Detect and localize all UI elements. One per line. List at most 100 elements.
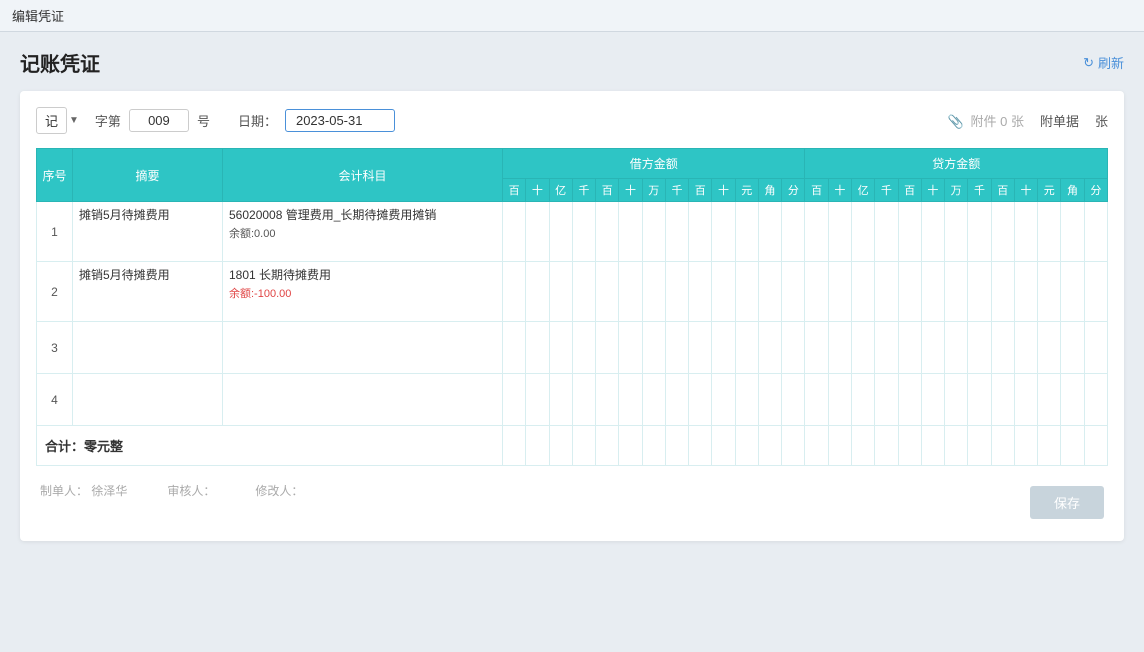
credit-amount-cell[interactable] bbox=[898, 322, 921, 374]
credit-amount-cell[interactable] bbox=[1038, 202, 1061, 262]
debit-amount-cell[interactable] bbox=[689, 374, 712, 426]
fudanju-button[interactable]: 附单据 bbox=[1040, 111, 1079, 130]
debit-amount-cell[interactable] bbox=[619, 202, 642, 262]
debit-amount-cell[interactable] bbox=[526, 262, 549, 322]
credit-amount-cell[interactable] bbox=[968, 262, 991, 322]
credit-amount-cell[interactable] bbox=[1061, 322, 1084, 374]
credit-amount-cell[interactable] bbox=[1084, 374, 1107, 426]
debit-amount-cell[interactable] bbox=[735, 322, 758, 374]
debit-amount-cell[interactable] bbox=[596, 202, 619, 262]
credit-amount-cell[interactable] bbox=[851, 322, 874, 374]
credit-amount-cell[interactable] bbox=[851, 202, 874, 262]
credit-amount-cell[interactable] bbox=[805, 374, 828, 426]
credit-amount-cell[interactable] bbox=[1014, 262, 1037, 322]
credit-amount-cell[interactable] bbox=[1038, 262, 1061, 322]
account-cell[interactable] bbox=[223, 374, 503, 426]
credit-amount-cell[interactable] bbox=[1061, 374, 1084, 426]
credit-amount-cell[interactable] bbox=[828, 262, 851, 322]
credit-amount-cell[interactable] bbox=[851, 262, 874, 322]
debit-amount-cell[interactable] bbox=[758, 322, 781, 374]
debit-amount-cell[interactable] bbox=[758, 374, 781, 426]
date-input[interactable] bbox=[285, 109, 395, 132]
debit-amount-cell[interactable] bbox=[619, 374, 642, 426]
debit-amount-cell[interactable] bbox=[596, 374, 619, 426]
debit-amount-cell[interactable] bbox=[735, 374, 758, 426]
credit-amount-cell[interactable] bbox=[875, 202, 898, 262]
debit-amount-cell[interactable] bbox=[642, 374, 665, 426]
debit-amount-cell[interactable] bbox=[526, 374, 549, 426]
credit-amount-cell[interactable] bbox=[945, 262, 968, 322]
credit-amount-cell[interactable] bbox=[991, 374, 1014, 426]
debit-amount-cell[interactable] bbox=[526, 322, 549, 374]
credit-amount-cell[interactable] bbox=[921, 322, 944, 374]
zi-number-input[interactable] bbox=[129, 109, 189, 132]
credit-amount-cell[interactable] bbox=[968, 202, 991, 262]
debit-amount-cell[interactable] bbox=[503, 374, 526, 426]
debit-amount-cell[interactable] bbox=[526, 202, 549, 262]
credit-amount-cell[interactable] bbox=[1014, 322, 1037, 374]
credit-amount-cell[interactable] bbox=[805, 202, 828, 262]
credit-amount-cell[interactable] bbox=[1084, 262, 1107, 322]
debit-amount-cell[interactable] bbox=[712, 374, 735, 426]
credit-amount-cell[interactable] bbox=[898, 374, 921, 426]
debit-amount-cell[interactable] bbox=[642, 262, 665, 322]
credit-amount-cell[interactable] bbox=[1038, 322, 1061, 374]
credit-amount-cell[interactable] bbox=[1061, 202, 1084, 262]
account-cell[interactable]: 1801 长期待摊费用余额:-100.00 bbox=[223, 262, 503, 322]
credit-amount-cell[interactable] bbox=[991, 262, 1014, 322]
debit-amount-cell[interactable] bbox=[782, 322, 805, 374]
summary-cell[interactable] bbox=[73, 322, 223, 374]
ji-type-select[interactable]: 记 ▼ bbox=[36, 107, 79, 134]
debit-amount-cell[interactable] bbox=[782, 202, 805, 262]
credit-amount-cell[interactable] bbox=[898, 202, 921, 262]
debit-amount-cell[interactable] bbox=[549, 202, 572, 262]
credit-amount-cell[interactable] bbox=[1084, 322, 1107, 374]
debit-amount-cell[interactable] bbox=[572, 202, 595, 262]
debit-amount-cell[interactable] bbox=[665, 202, 688, 262]
debit-amount-cell[interactable] bbox=[712, 202, 735, 262]
debit-amount-cell[interactable] bbox=[782, 374, 805, 426]
credit-amount-cell[interactable] bbox=[921, 202, 944, 262]
credit-amount-cell[interactable] bbox=[968, 374, 991, 426]
debit-amount-cell[interactable] bbox=[572, 374, 595, 426]
debit-amount-cell[interactable] bbox=[619, 322, 642, 374]
attach-link[interactable]: 📎 附件 0 张 bbox=[948, 111, 1024, 130]
debit-amount-cell[interactable] bbox=[758, 202, 781, 262]
credit-amount-cell[interactable] bbox=[828, 202, 851, 262]
credit-amount-cell[interactable] bbox=[875, 374, 898, 426]
summary-cell[interactable]: 摊销5月待摊费用 bbox=[73, 262, 223, 322]
refresh-button[interactable]: ↻ 刷新 bbox=[1083, 53, 1124, 72]
debit-amount-cell[interactable] bbox=[619, 262, 642, 322]
credit-amount-cell[interactable] bbox=[1038, 374, 1061, 426]
account-cell[interactable]: 56020008 管理费用_长期待摊费用摊销余额:0.00 bbox=[223, 202, 503, 262]
credit-amount-cell[interactable] bbox=[875, 262, 898, 322]
summary-cell[interactable]: 摊销5月待摊费用 bbox=[73, 202, 223, 262]
table-row[interactable]: 3 bbox=[37, 322, 1108, 374]
debit-amount-cell[interactable] bbox=[689, 322, 712, 374]
debit-amount-cell[interactable] bbox=[665, 262, 688, 322]
debit-amount-cell[interactable] bbox=[503, 322, 526, 374]
debit-amount-cell[interactable] bbox=[758, 262, 781, 322]
credit-amount-cell[interactable] bbox=[805, 322, 828, 374]
credit-amount-cell[interactable] bbox=[828, 322, 851, 374]
credit-amount-cell[interactable] bbox=[1014, 374, 1037, 426]
debit-amount-cell[interactable] bbox=[549, 374, 572, 426]
debit-amount-cell[interactable] bbox=[782, 262, 805, 322]
credit-amount-cell[interactable] bbox=[1061, 262, 1084, 322]
credit-amount-cell[interactable] bbox=[921, 262, 944, 322]
debit-amount-cell[interactable] bbox=[665, 374, 688, 426]
credit-amount-cell[interactable] bbox=[828, 374, 851, 426]
credit-amount-cell[interactable] bbox=[921, 374, 944, 426]
credit-amount-cell[interactable] bbox=[945, 374, 968, 426]
debit-amount-cell[interactable] bbox=[596, 322, 619, 374]
debit-amount-cell[interactable] bbox=[642, 322, 665, 374]
credit-amount-cell[interactable] bbox=[851, 374, 874, 426]
credit-amount-cell[interactable] bbox=[968, 322, 991, 374]
debit-amount-cell[interactable] bbox=[689, 202, 712, 262]
credit-amount-cell[interactable] bbox=[805, 262, 828, 322]
debit-amount-cell[interactable] bbox=[642, 202, 665, 262]
debit-amount-cell[interactable] bbox=[503, 202, 526, 262]
debit-amount-cell[interactable] bbox=[665, 322, 688, 374]
debit-amount-cell[interactable] bbox=[712, 262, 735, 322]
table-row[interactable]: 1摊销5月待摊费用56020008 管理费用_长期待摊费用摊销余额:0.00 bbox=[37, 202, 1108, 262]
